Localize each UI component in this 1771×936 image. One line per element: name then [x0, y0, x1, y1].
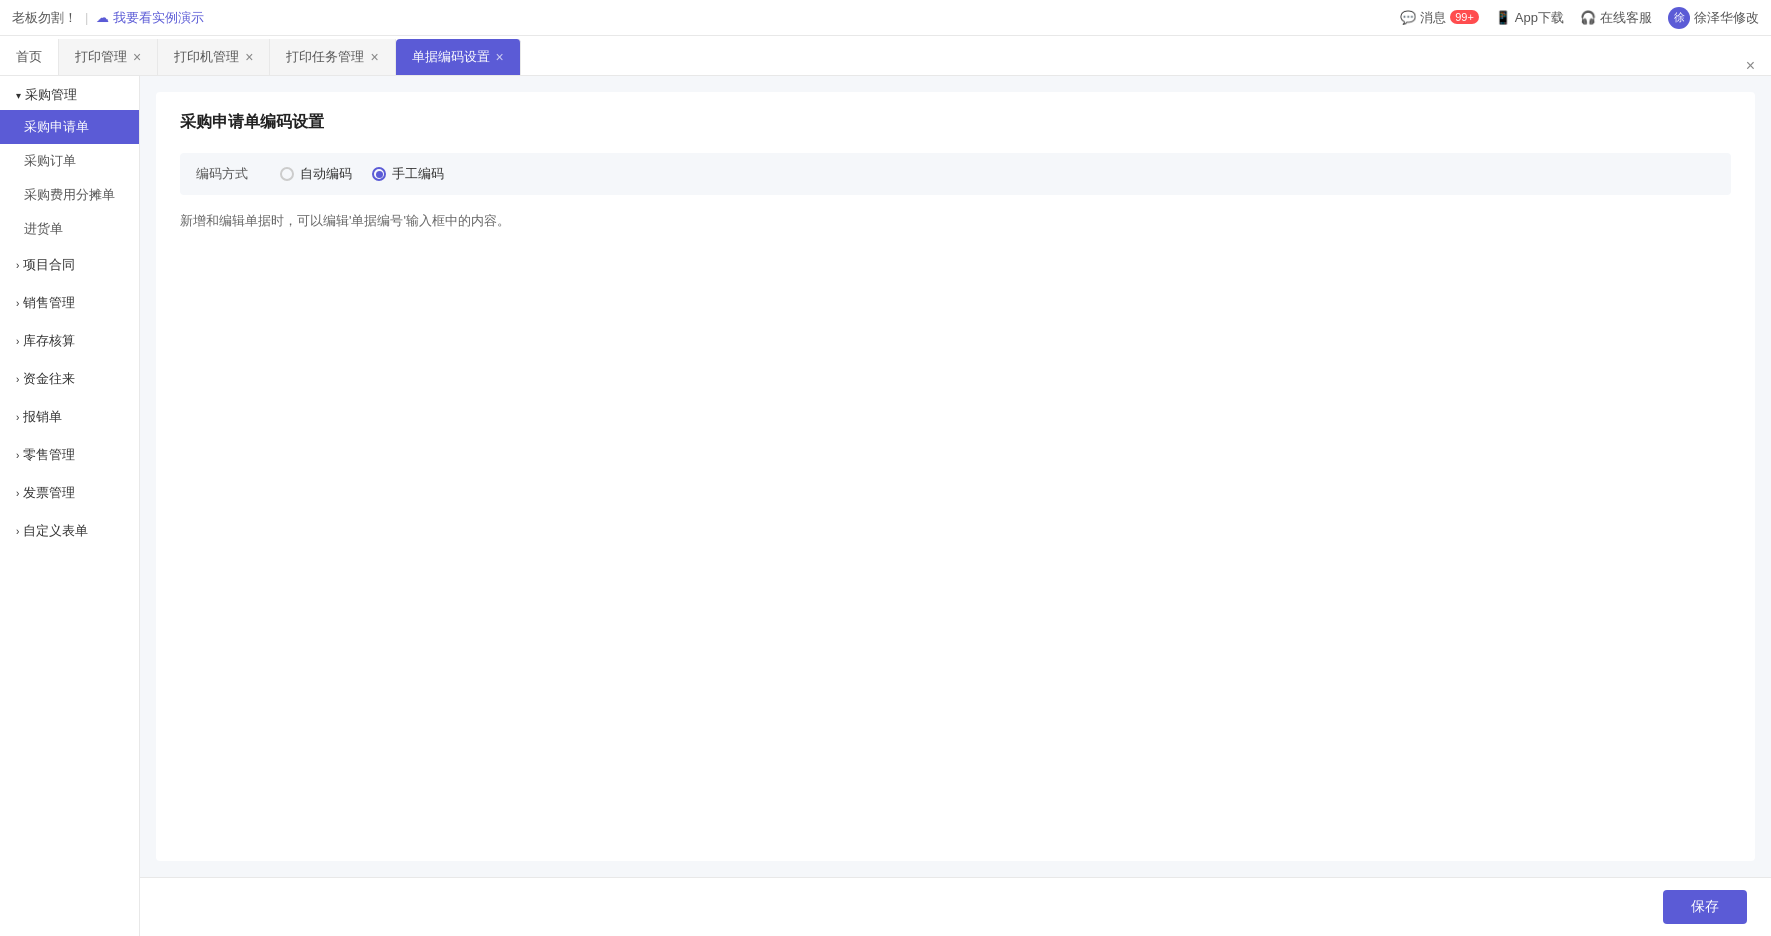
sidebar-item-inbound[interactable]: 进货单 [0, 212, 139, 246]
chevron-right-icon: › [16, 260, 19, 271]
tab-print-task[interactable]: 打印任务管理 × [270, 39, 395, 75]
content-footer: 保存 [140, 877, 1771, 936]
top-bar: 老板勿割！ | ☁ 我要看实例演示 💬 消息 99+ 📱 App下载 🎧 在线客… [0, 0, 1771, 36]
download-icon: 📱 [1495, 10, 1511, 25]
app-download-item[interactable]: 📱 App下载 [1495, 9, 1564, 27]
content-inner: 采购申请单编码设置 编码方式 自动编码 手工编码 新增和编辑单据时，可以编辑'单… [156, 92, 1755, 861]
cloud-icon: ☁ [96, 10, 109, 25]
radio-auto[interactable]: 自动编码 [280, 165, 352, 183]
tab-single-code[interactable]: 单据编码设置 × [396, 39, 521, 75]
online-service-item[interactable]: 🎧 在线客服 [1580, 9, 1652, 27]
user-avatar: 徐 [1668, 7, 1690, 29]
sidebar-group-procurement: ▾ 采购管理 采购申请单 采购订单 采购费用分摊单 进货单 [0, 76, 139, 246]
sidebar-item-purchase-request[interactable]: 采购申请单 [0, 110, 139, 144]
radio-manual[interactable]: 手工编码 [372, 165, 444, 183]
tab-bar: 首页 打印管理 × 打印机管理 × 打印任务管理 × 单据编码设置 × × [0, 36, 1771, 76]
sidebar: ▾ 采购管理 采购申请单 采购订单 采购费用分摊单 进货单 › 项目合同 › 销… [0, 76, 140, 936]
radio-manual-circle [372, 167, 386, 181]
page-title: 采购申请单编码设置 [180, 112, 1731, 133]
chevron-right-icon-4: › [16, 374, 19, 385]
chevron-down-icon: ▾ [16, 90, 21, 101]
tab-bar-close-all[interactable]: × [1730, 57, 1771, 75]
top-bar-right: 💬 消息 99+ 📱 App下载 🎧 在线客服 徐 徐泽华修改 [1400, 7, 1759, 29]
chevron-right-icon-3: › [16, 336, 19, 347]
description-text: 新增和编辑单据时，可以编辑'单据编号'输入框中的内容。 [180, 211, 1731, 232]
tab-single-code-close[interactable]: × [496, 50, 504, 64]
message-item[interactable]: 💬 消息 99+ [1400, 9, 1479, 27]
user-item[interactable]: 徐 徐泽华修改 [1668, 7, 1759, 29]
chevron-right-icon-7: › [16, 488, 19, 499]
coding-row: 编码方式 自动编码 手工编码 [180, 153, 1731, 195]
sidebar-group-capital[interactable]: › 资金往来 [0, 360, 139, 398]
tab-print-manage-close[interactable]: × [133, 50, 141, 64]
top-bar-left: 老板勿割！ | ☁ 我要看实例演示 [12, 9, 204, 27]
sidebar-item-purchase-order[interactable]: 采购订单 [0, 144, 139, 178]
tab-printer-manage-label: 打印机管理 [174, 48, 239, 66]
sidebar-group-inventory[interactable]: › 库存核算 [0, 322, 139, 360]
radio-auto-label: 自动编码 [300, 165, 352, 183]
brand-text: 老板勿割！ [12, 9, 77, 27]
save-button[interactable]: 保存 [1663, 890, 1747, 924]
main-layout: ▾ 采购管理 采购申请单 采购订单 采购费用分摊单 进货单 › 项目合同 › 销… [0, 76, 1771, 936]
tab-print-manage[interactable]: 打印管理 × [59, 39, 158, 75]
sidebar-item-purchase-expense[interactable]: 采购费用分摊单 [0, 178, 139, 212]
sidebar-group-procurement-title[interactable]: ▾ 采购管理 [0, 76, 139, 110]
message-icon: 💬 [1400, 10, 1416, 25]
tab-print-manage-label: 打印管理 [75, 48, 127, 66]
radio-auto-circle [280, 167, 294, 181]
content-area: 采购申请单编码设置 编码方式 自动编码 手工编码 新增和编辑单据时，可以编辑'单… [140, 76, 1771, 936]
sidebar-group-custom[interactable]: › 自定义表单 [0, 512, 139, 550]
tab-printer-manage-close[interactable]: × [245, 50, 253, 64]
tab-print-task-close[interactable]: × [370, 50, 378, 64]
chevron-right-icon-8: › [16, 526, 19, 537]
radio-group: 自动编码 手工编码 [280, 165, 444, 183]
demo-link[interactable]: ☁ 我要看实例演示 [96, 9, 204, 27]
tab-single-code-label: 单据编码设置 [412, 48, 490, 66]
tab-printer-manage[interactable]: 打印机管理 × [158, 39, 270, 75]
tab-print-task-label: 打印任务管理 [286, 48, 364, 66]
sidebar-group-sales[interactable]: › 销售管理 [0, 284, 139, 322]
chevron-right-icon-2: › [16, 298, 19, 309]
coding-label: 编码方式 [196, 165, 256, 183]
sidebar-group-returns[interactable]: › 报销单 [0, 398, 139, 436]
message-badge: 99+ [1450, 10, 1479, 24]
chevron-right-icon-5: › [16, 412, 19, 423]
radio-manual-label: 手工编码 [392, 165, 444, 183]
sidebar-group-invoice[interactable]: › 发票管理 [0, 474, 139, 512]
headset-icon: 🎧 [1580, 10, 1596, 25]
sidebar-group-retail[interactable]: › 零售管理 [0, 436, 139, 474]
tab-home-label: 首页 [16, 48, 42, 66]
sidebar-group-project[interactable]: › 项目合同 [0, 246, 139, 284]
tab-home[interactable]: 首页 [0, 39, 59, 75]
chevron-right-icon-6: › [16, 450, 19, 461]
